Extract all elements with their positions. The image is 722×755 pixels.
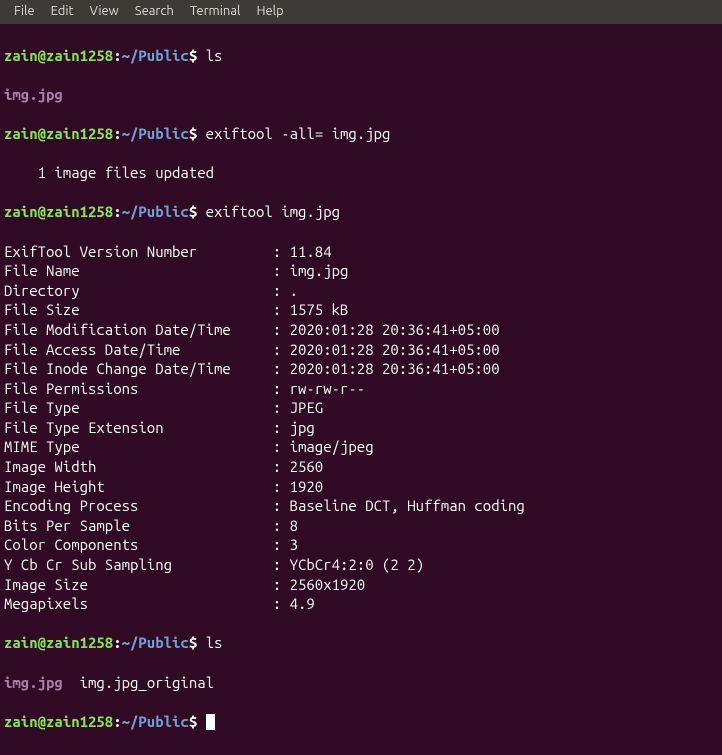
exif-row: Y Cb Cr Sub Sampling : YCbCr4:2:0 (2 2) (4, 555, 718, 575)
terminal-area[interactable]: zain@zain1258:~/Public$ ls img.jpg zain@… (0, 24, 722, 755)
exif-row: Image Height : 1920 (4, 477, 718, 497)
exif-row: File Inode Change Date/Time : 2020:01:28… (4, 359, 718, 379)
prompt-user: zain@zain1258 (4, 713, 113, 730)
prompt-line: zain@zain1258:~/Public$ (4, 712, 718, 732)
prompt-user: zain@zain1258 (4, 203, 113, 220)
exif-row: File Type Extension : jpg (4, 418, 718, 438)
output-line: img.jpg (4, 85, 718, 105)
menu-terminal[interactable]: Terminal (182, 2, 249, 22)
prompt-path: ~/Public (122, 713, 189, 730)
prompt-colon: : (113, 634, 121, 651)
file-img: img.jpg (4, 86, 63, 103)
menu-help[interactable]: Help (248, 2, 291, 22)
exif-row: Megapixels : 4.9 (4, 594, 718, 614)
prompt-colon: : (113, 47, 121, 64)
exif-row: Color Components : 3 (4, 535, 718, 555)
exif-row: File Type : JPEG (4, 398, 718, 418)
prompt-dollar: $ (189, 634, 197, 651)
exif-row: Image Size : 2560x1920 (4, 575, 718, 595)
exif-row: File Modification Date/Time : 2020:01:28… (4, 320, 718, 340)
exif-row: Bits Per Sample : 8 (4, 516, 718, 536)
prompt-user: zain@zain1258 (4, 47, 113, 64)
command-exiftool-show: exiftool img.jpg (197, 203, 340, 220)
command-ls: ls (197, 634, 222, 651)
exif-row: Directory : . (4, 281, 718, 301)
command-ls: ls (197, 47, 222, 64)
prompt-dollar: $ (189, 203, 197, 220)
prompt-user: zain@zain1258 (4, 125, 113, 142)
menu-view[interactable]: View (82, 2, 127, 22)
exif-row: Image Width : 2560 (4, 457, 718, 477)
exif-row: File Size : 1575 kB (4, 300, 718, 320)
prompt-dollar: $ (189, 713, 197, 730)
prompt-path: ~/Public (122, 203, 189, 220)
prompt-dollar: $ (189, 125, 197, 142)
prompt-colon: : (113, 125, 121, 142)
exif-row: File Name : img.jpg (4, 261, 718, 281)
prompt-user: zain@zain1258 (4, 634, 113, 651)
exif-row: File Access Date/Time : 2020:01:28 20:36… (4, 340, 718, 360)
prompt-line: zain@zain1258:~/Public$ exiftool -all= i… (4, 124, 718, 144)
menu-search[interactable]: Search (127, 2, 182, 22)
exif-row: Encoding Process : Baseline DCT, Huffman… (4, 496, 718, 516)
prompt-colon: : (113, 203, 121, 220)
output-updated: 1 image files updated (4, 163, 718, 183)
menu-edit[interactable]: Edit (43, 2, 82, 22)
prompt-line: zain@zain1258:~/Public$ ls (4, 46, 718, 66)
prompt-path: ~/Public (122, 47, 189, 64)
cursor (206, 714, 215, 730)
prompt-line: zain@zain1258:~/Public$ exiftool img.jpg (4, 202, 718, 222)
menu-file[interactable]: File (6, 2, 43, 22)
exif-row: MIME Type : image/jpeg (4, 437, 718, 457)
file-img: img.jpg (4, 674, 63, 691)
output-line: img.jpg img.jpg_original (4, 673, 718, 693)
prompt-line: zain@zain1258:~/Public$ ls (4, 633, 718, 653)
exif-row: ExifTool Version Number : 11.84 (4, 242, 718, 262)
exif-row: File Permissions : rw-rw-r-- (4, 379, 718, 399)
prompt-dollar: $ (189, 47, 197, 64)
menu-bar: File Edit View Search Terminal Help (0, 0, 722, 24)
file-img-original: img.jpg_original (63, 674, 214, 691)
prompt-colon: : (113, 713, 121, 730)
command-exiftool-strip: exiftool -all= img.jpg (197, 125, 390, 142)
prompt-path: ~/Public (122, 125, 189, 142)
prompt-path: ~/Public (122, 634, 189, 651)
